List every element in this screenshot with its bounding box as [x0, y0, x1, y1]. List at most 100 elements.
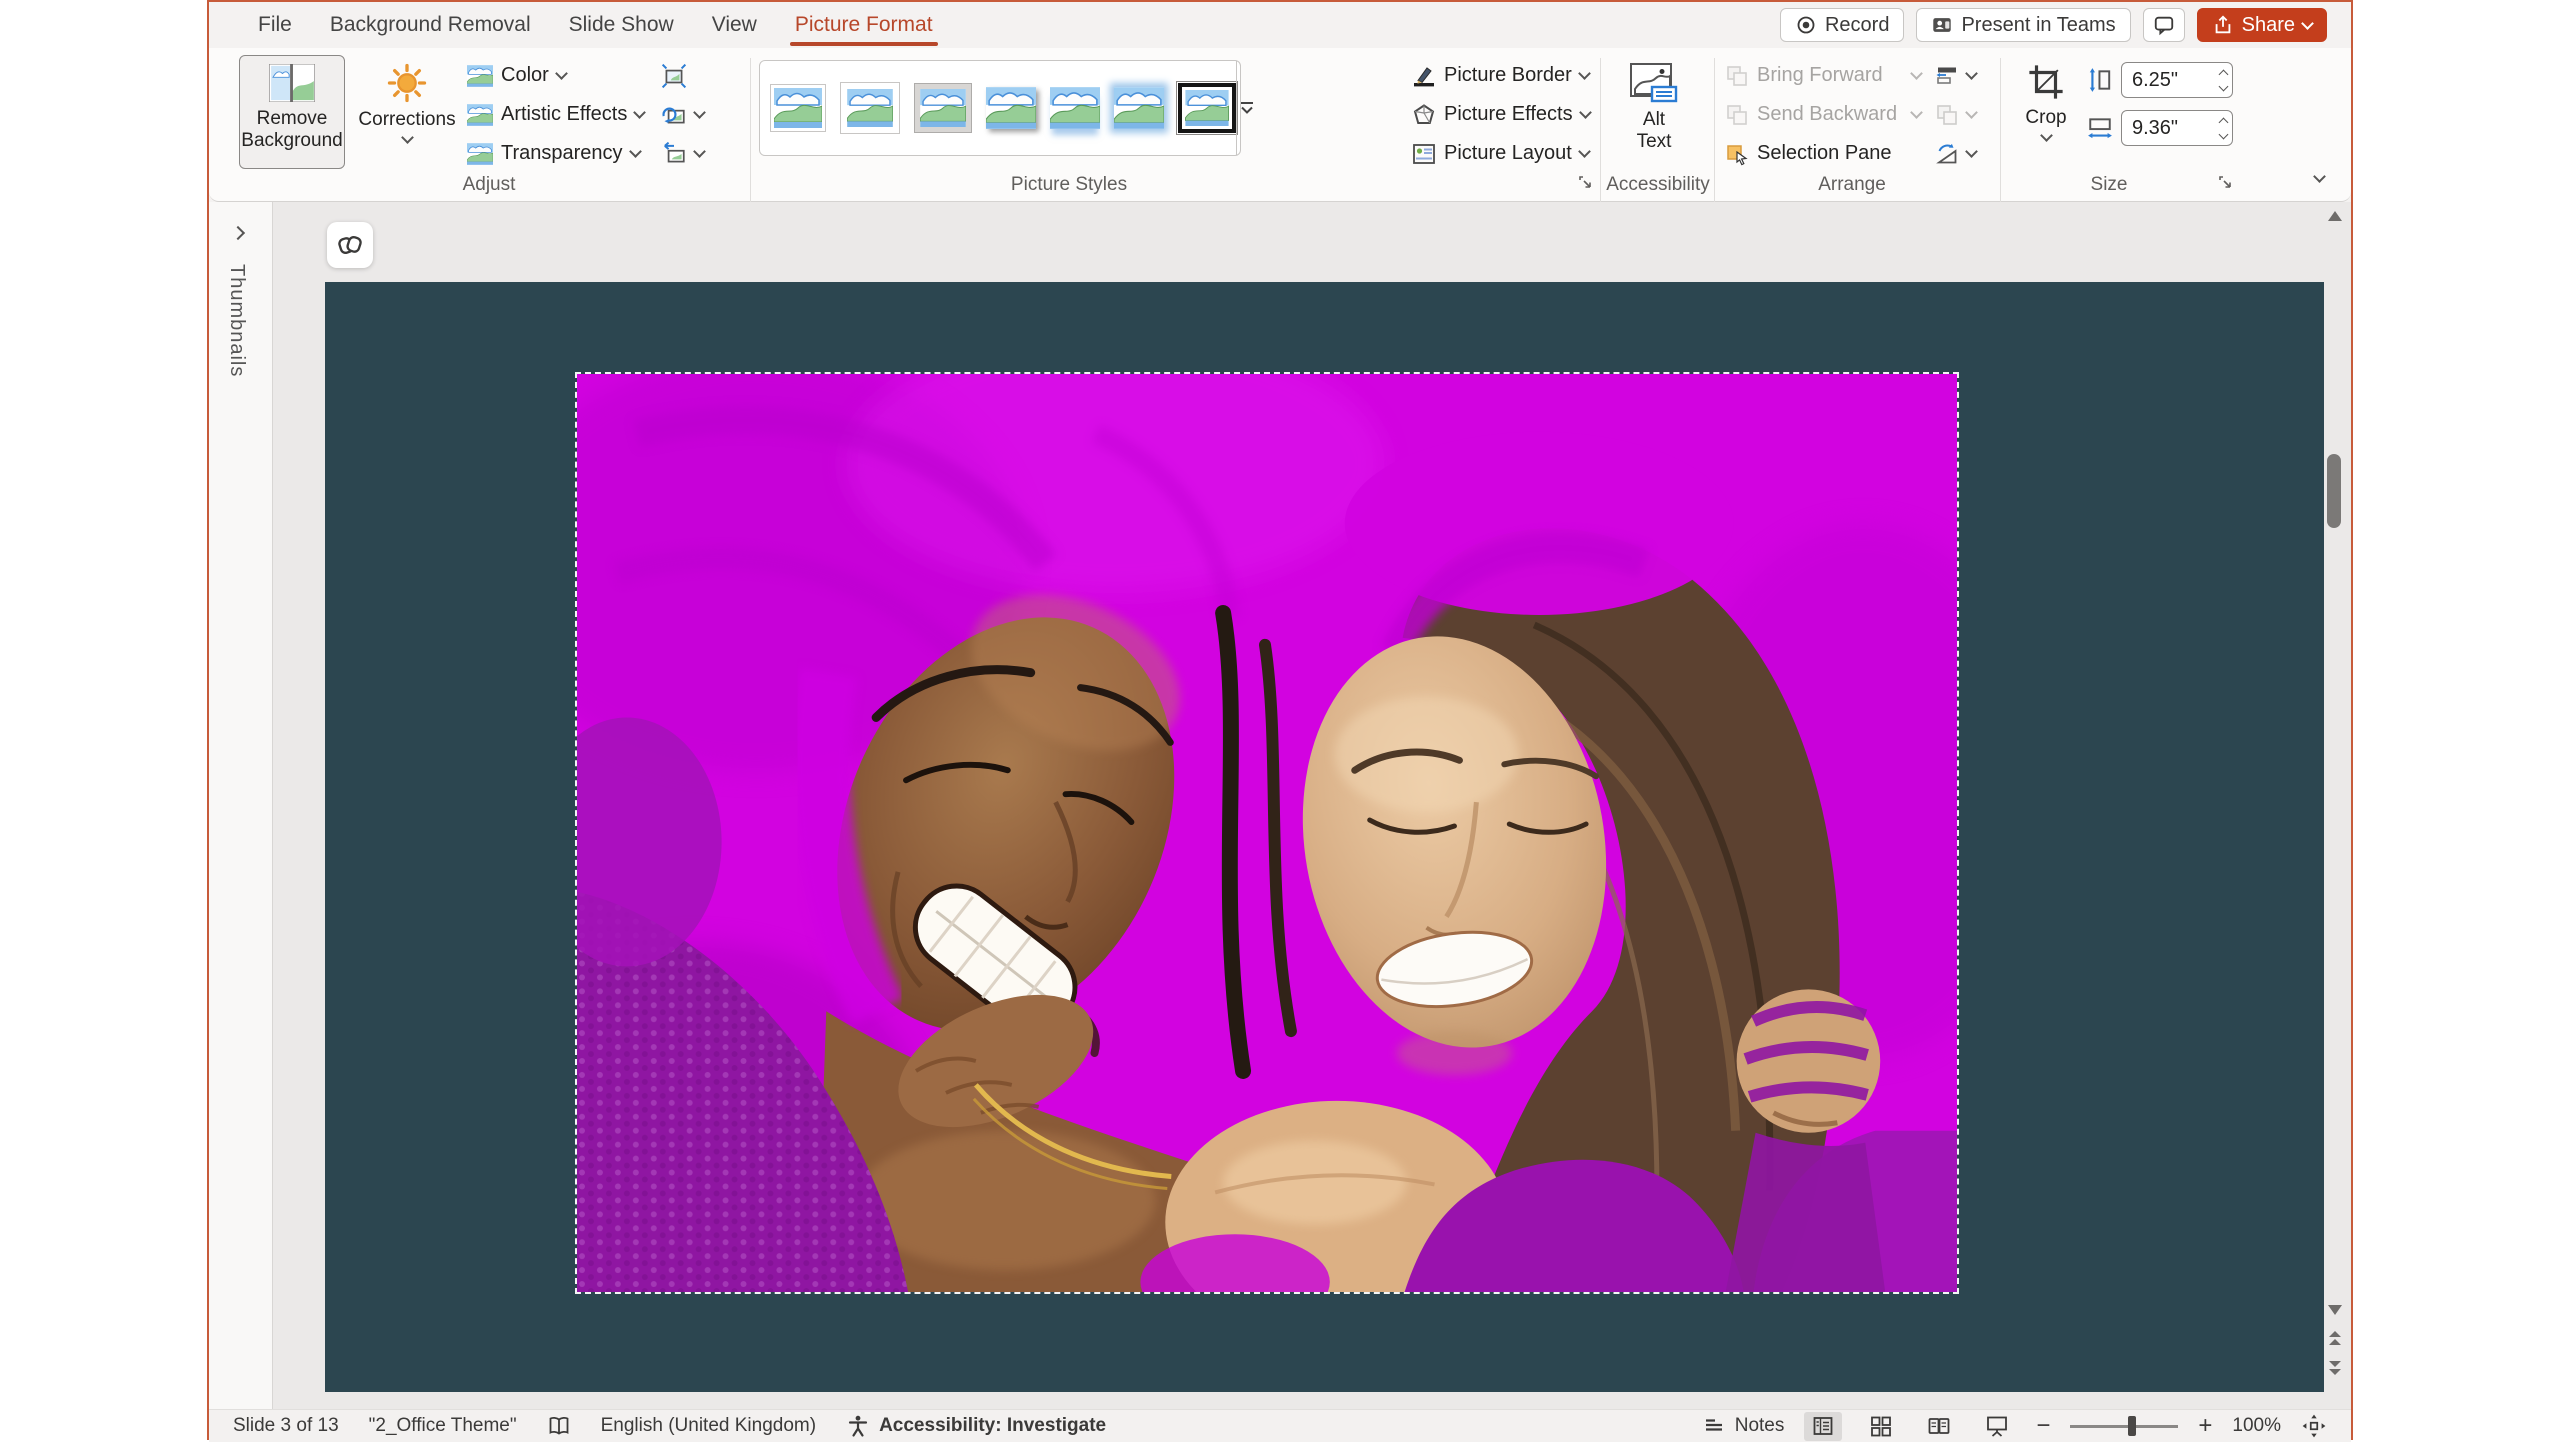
bring-forward-icon: [1725, 64, 1749, 88]
vertical-scrollbar[interactable]: [2323, 202, 2347, 1409]
more-styles-icon: [1237, 98, 1257, 118]
arrange-group-label: Arrange: [1742, 174, 1962, 196]
language-indicator[interactable]: English (United Kingdom): [601, 1415, 816, 1437]
present-in-teams-button[interactable]: Present in Teams: [1916, 8, 2130, 42]
slide-indicator[interactable]: Slide 3 of 13: [233, 1415, 339, 1437]
selected-picture[interactable]: [575, 372, 1959, 1294]
collapse-ribbon-icon[interactable]: [2313, 170, 2326, 183]
picture-style-thumb-5[interactable]: [1050, 87, 1100, 129]
notes-button[interactable]: Notes: [1702, 1414, 1785, 1438]
tab-file[interactable]: File: [239, 2, 311, 48]
rotate-button[interactable]: [1935, 134, 1976, 173]
color-button[interactable]: Color: [467, 56, 644, 95]
tab-view[interactable]: View: [693, 2, 776, 48]
chevron-down-icon: [1579, 106, 1592, 119]
dialog-launcher-icon[interactable]: [1577, 174, 1593, 190]
previous-slide-icon[interactable]: [2327, 1330, 2343, 1348]
chevron-down-icon: [693, 145, 706, 158]
group-objects-button[interactable]: [1935, 95, 1976, 134]
arrange-icon-column: [1935, 56, 1976, 173]
spellcheck-button[interactable]: [547, 1414, 571, 1438]
picture-style-thumb-7-selected[interactable]: [1178, 83, 1236, 133]
artistic-effects-button[interactable]: Artistic Effects: [467, 95, 644, 134]
dialog-launcher-icon[interactable]: [2217, 174, 2233, 190]
picture-effects-button[interactable]: Picture Effects: [1412, 95, 1590, 134]
color-label: Color: [501, 64, 549, 87]
picture-style-thumb-4[interactable]: [986, 87, 1036, 129]
zoom-slider[interactable]: [2070, 1416, 2178, 1436]
chevron-down-icon: [1965, 106, 1978, 119]
reset-picture-button[interactable]: [661, 134, 704, 173]
picture-styles-more-button[interactable]: [1236, 61, 1257, 155]
scroll-down-icon[interactable]: [2327, 1304, 2343, 1316]
zoom-in-button[interactable]: +: [2198, 1412, 2212, 1440]
picture-styles-menu-column: Picture Border Picture Effects Picture L…: [1412, 56, 1590, 173]
crop-button[interactable]: Crop: [2011, 55, 2081, 169]
crop-label: Crop: [2025, 107, 2066, 129]
alt-text-button[interactable]: Alt Text: [1609, 55, 1699, 169]
picture-style-thumb-3[interactable]: [914, 83, 972, 133]
remove-background-button[interactable]: Remove Background: [239, 55, 345, 169]
chevron-down-icon: [401, 131, 414, 144]
group-divider: [1600, 58, 1601, 226]
compress-pictures-button[interactable]: [661, 56, 704, 95]
picture-style-thumb-1[interactable]: [770, 84, 826, 132]
corrections-button[interactable]: Corrections: [359, 55, 455, 169]
width-field[interactable]: 9.36": [2121, 110, 2233, 146]
sun-icon: [387, 63, 427, 103]
send-backward-icon: [1725, 103, 1749, 127]
picture-styles-gallery: [759, 60, 1241, 156]
chevron-down-icon: [633, 106, 646, 119]
chevron-right-icon: [231, 226, 245, 240]
reset-picture-icon: [661, 141, 687, 167]
thumbnails-panel-collapsed[interactable]: Thumbnails: [209, 202, 273, 1409]
picture-border-button[interactable]: Picture Border: [1412, 56, 1590, 95]
reading-view-button[interactable]: [1920, 1412, 1958, 1441]
comments-button[interactable]: [2143, 8, 2185, 42]
selection-pane-label: Selection Pane: [1757, 142, 1892, 165]
picture-layout-icon: [1412, 142, 1436, 166]
change-picture-button[interactable]: [661, 95, 704, 134]
color-picture-icon: [467, 64, 493, 88]
send-backward-button[interactable]: Send Backward: [1725, 95, 1921, 134]
fit-to-window-button[interactable]: [2301, 1413, 2327, 1439]
next-slide-icon[interactable]: [2327, 1358, 2343, 1376]
record-button[interactable]: Record: [1780, 8, 1904, 42]
scrollbar-thumb[interactable]: [2327, 454, 2341, 528]
picture-effects-label: Picture Effects: [1444, 103, 1573, 126]
slide-sorter-button[interactable]: [1862, 1412, 1900, 1441]
accessibility-status[interactable]: Accessibility: Investigate: [846, 1414, 1106, 1438]
picture-style-thumb-6[interactable]: [1114, 87, 1164, 129]
tab-slide-show[interactable]: Slide Show: [550, 2, 693, 48]
normal-view-button[interactable]: [1804, 1412, 1842, 1441]
chevron-down-icon: [1578, 145, 1591, 158]
slide-canvas[interactable]: [325, 282, 2324, 1392]
zoom-level[interactable]: 100%: [2232, 1415, 2281, 1437]
slideshow-button[interactable]: [1978, 1412, 2016, 1441]
share-button[interactable]: Share: [2197, 8, 2327, 42]
height-spinner[interactable]: [2220, 63, 2227, 97]
height-field[interactable]: 6.25": [2121, 62, 2233, 98]
change-picture-icon: [661, 102, 687, 128]
picture-layout-button[interactable]: Picture Layout: [1412, 134, 1590, 173]
tab-picture-format[interactable]: Picture Format: [776, 2, 952, 48]
zoom-slider-thumb[interactable]: [2128, 1416, 2136, 1436]
scroll-up-icon[interactable]: [2327, 210, 2343, 222]
copilot-button[interactable]: [327, 222, 373, 268]
bring-forward-button[interactable]: Bring Forward: [1725, 56, 1921, 95]
picture-layout-label: Picture Layout: [1444, 142, 1572, 165]
status-bar: Slide 3 of 13 "2_Office Theme" English (…: [209, 1409, 2351, 1442]
compress-picture-icon: [661, 63, 687, 89]
picture-styles-group-label: Picture Styles: [769, 174, 1369, 196]
picture-style-thumb-2[interactable]: [840, 82, 900, 134]
transparency-button[interactable]: Transparency: [467, 134, 644, 173]
width-spinner[interactable]: [2220, 111, 2227, 145]
selection-pane-button[interactable]: Selection Pane: [1725, 134, 1921, 173]
chevron-down-icon: [2040, 129, 2053, 142]
theme-name[interactable]: "2_Office Theme": [369, 1415, 517, 1437]
tab-background-removal[interactable]: Background Removal: [311, 2, 550, 48]
comment-icon: [2153, 14, 2175, 36]
align-button[interactable]: [1935, 56, 1976, 95]
zoom-out-button[interactable]: −: [2036, 1412, 2050, 1440]
workspace: Thumbnails: [209, 202, 2351, 1409]
